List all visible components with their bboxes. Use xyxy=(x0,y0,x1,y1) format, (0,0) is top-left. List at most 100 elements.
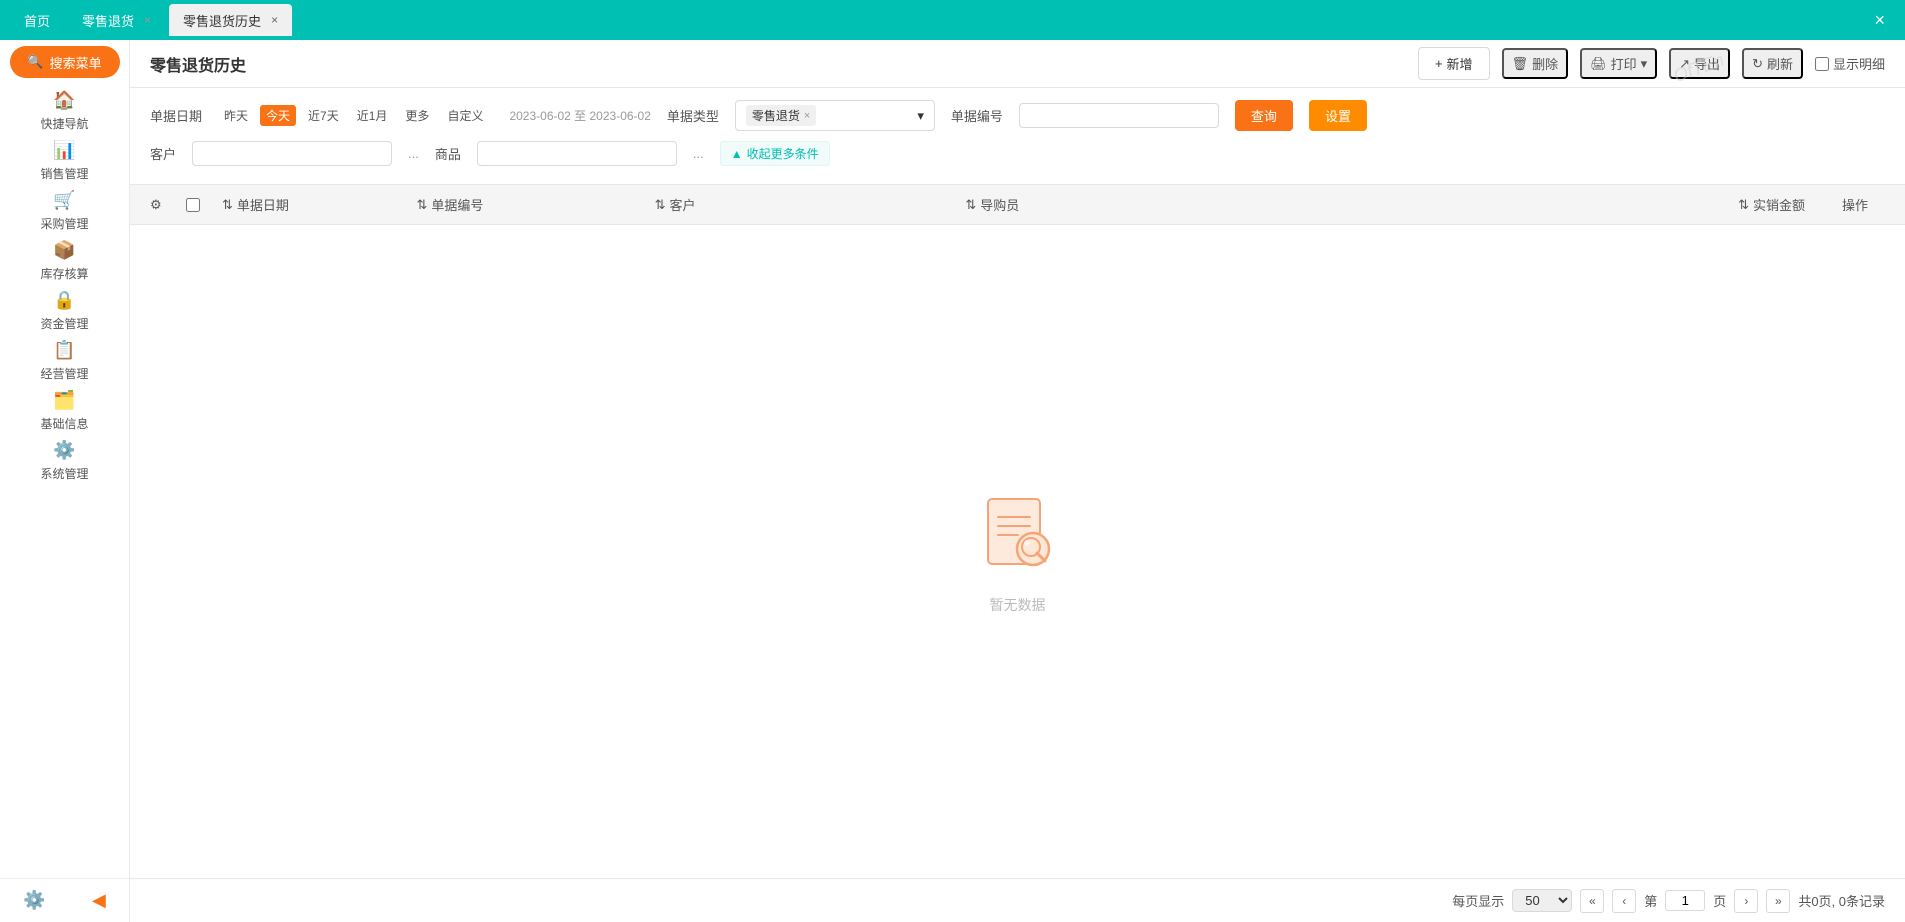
gear-icon: ⚙️ xyxy=(53,440,75,461)
bill-no-input[interactable] xyxy=(1019,103,1219,128)
th-amount-sort-icon: ⇅ xyxy=(1738,197,1749,213)
th-customer-sort-icon: ⇅ xyxy=(655,197,666,213)
lock-icon: 🔒 xyxy=(53,290,75,311)
date-range-display: 2023-06-02 至 2023-06-02 xyxy=(509,107,650,124)
window-close-button[interactable]: × xyxy=(1864,10,1895,31)
tab-home[interactable]: 首页 xyxy=(10,4,64,36)
total-records: 共0页, 0条记录 xyxy=(1798,891,1885,910)
goods-ellipsis[interactable]: ... xyxy=(693,146,704,161)
tab-close-retail-return-history[interactable]: × xyxy=(271,13,278,27)
date-btn-custom[interactable]: 自定义 xyxy=(441,105,489,126)
layout: 🔍 搜索菜单 🏠 快捷导航 📊 销售管理 🛒 采购管理 📦 库存核算 🔒 资金管… xyxy=(0,40,1905,922)
filter-row-1: 单据日期 昨天 今天 近7天 近1月 更多 自定义 2023-06-02 至 2… xyxy=(150,100,1885,131)
tab-retail-return[interactable]: 零售退货 × xyxy=(68,4,165,36)
settings-bottom-icon[interactable]: ⚙️ xyxy=(23,890,45,911)
settings-button[interactable]: 设置 xyxy=(1309,100,1367,131)
th-settings[interactable]: ⚙ xyxy=(140,197,176,213)
bill-no-label: 单据编号 xyxy=(951,106,1003,125)
date-btn-1month[interactable]: 近1月 xyxy=(351,105,394,126)
goods-input[interactable] xyxy=(477,141,677,166)
print-dropdown-icon: ▾ xyxy=(1641,56,1648,72)
sidebar-item-purchase-mgmt[interactable]: 🛒 采购管理 xyxy=(0,186,129,236)
date-btn-yesterday[interactable]: 昨天 xyxy=(218,105,254,126)
sidebar-item-sales-mgmt[interactable]: 📊 销售管理 xyxy=(0,136,129,186)
sidebar-item-sys-mgmt[interactable]: ⚙️ 系统管理 xyxy=(0,436,129,486)
customer-input[interactable] xyxy=(192,141,392,166)
sidebar-search[interactable]: 🔍 搜索菜单 xyxy=(10,46,120,78)
page-first-button[interactable]: « xyxy=(1580,889,1604,913)
pagination: 每页显示 20 50 100 « ‹ 第 页 › » 共0页, 0条记录 xyxy=(130,878,1905,922)
page-prev-button[interactable]: ‹ xyxy=(1612,889,1636,913)
bill-type-tag-close[interactable]: × xyxy=(804,110,810,122)
sidebar: 🔍 搜索菜单 🏠 快捷导航 📊 销售管理 🛒 采购管理 📦 库存核算 🔒 资金管… xyxy=(0,40,130,922)
print-button[interactable]: 🖨 打印 ▾ xyxy=(1580,48,1657,79)
th-date[interactable]: ⇅ 单据日期 xyxy=(212,195,406,214)
refresh-button[interactable]: ↻ 刷新 xyxy=(1742,48,1803,79)
th-checkbox[interactable] xyxy=(176,198,212,212)
bill-type-dropdown-arrow: ▾ xyxy=(917,108,924,124)
empty-state: 暂无数据 xyxy=(130,225,1905,878)
main-content: 零售退货历史 + 新增 🗑 删除 🖨 打印 ▾ ↗ 导出 xyxy=(130,40,1905,922)
th-no[interactable]: ⇅ 单据编号 xyxy=(406,195,644,214)
top-bar: 首页 零售退货 × 零售退货历史 × × xyxy=(0,0,1905,40)
date-btn-more[interactable]: 更多 xyxy=(399,105,435,126)
clipboard-icon: 📋 xyxy=(53,340,75,361)
tab-retail-return-history[interactable]: 零售退货历史 × xyxy=(169,4,292,36)
folder-icon: 🗂️ xyxy=(53,390,75,411)
page-title: 零售退货历史 xyxy=(150,52,246,76)
th-customer[interactable]: ⇅ 客户 xyxy=(645,195,956,214)
date-btn-today[interactable]: 今天 xyxy=(260,105,296,126)
empty-illustration xyxy=(973,489,1063,579)
box-icon: 📦 xyxy=(53,240,75,261)
th-ops: 操作 xyxy=(1815,195,1895,214)
print-icon: 🖨 xyxy=(1590,56,1607,72)
cart-icon: 🛒 xyxy=(53,190,75,211)
per-page-label: 每页显示 xyxy=(1452,891,1504,910)
collapse-up-icon: ▲ xyxy=(731,147,743,161)
bill-type-label: 单据类型 xyxy=(667,106,719,125)
sidebar-item-quick-nav[interactable]: 🏠 快捷导航 xyxy=(0,86,129,136)
header-actions: + 新增 🗑 删除 🖨 打印 ▾ ↗ 导出 ↻ 刷新 xyxy=(1418,47,1885,80)
date-btn-7days[interactable]: 近7天 xyxy=(302,105,345,126)
query-button[interactable]: 查询 xyxy=(1235,100,1293,131)
collapse-sidebar-icon[interactable]: ◀ xyxy=(92,890,106,911)
per-page-select[interactable]: 20 50 100 xyxy=(1512,889,1572,912)
plus-icon: + xyxy=(1435,56,1443,71)
export-button[interactable]: ↗ 导出 xyxy=(1669,48,1730,79)
table-area: ⚙ ⇅ 单据日期 ⇅ 单据编号 ⇅ 客户 ⇅ xyxy=(130,185,1905,878)
tab-close-retail-return[interactable]: × xyxy=(144,13,151,27)
table-settings-icon[interactable]: ⚙ xyxy=(150,197,162,213)
th-no-sort-icon: ⇅ xyxy=(416,197,427,213)
show-detail-checkbox[interactable] xyxy=(1815,57,1829,71)
th-amount[interactable]: ⇅ 实销金额 xyxy=(1650,195,1815,214)
delete-button[interactable]: 🗑 删除 xyxy=(1502,48,1569,79)
new-button[interactable]: + 新增 xyxy=(1418,47,1490,80)
sidebar-item-operations[interactable]: 📋 经营管理 xyxy=(0,336,129,386)
sidebar-bottom: ⚙️ ◀ xyxy=(0,878,129,922)
customer-ellipsis[interactable]: ... xyxy=(408,146,419,161)
sidebar-item-finance[interactable]: 🔒 资金管理 xyxy=(0,286,129,336)
table-header: ⚙ ⇅ 单据日期 ⇅ 单据编号 ⇅ 客户 ⇅ xyxy=(130,185,1905,225)
empty-text: 暂无数据 xyxy=(990,595,1046,615)
home-icon: 🏠 xyxy=(53,90,75,111)
filter-row-2: 客户 ... 商品 ... ▲ 收起更多条件 xyxy=(150,141,1885,166)
show-detail-toggle[interactable]: 显示明细 xyxy=(1815,54,1885,73)
sidebar-item-base-info[interactable]: 🗂️ 基础信息 xyxy=(0,386,129,436)
bill-type-select[interactable]: 零售退货 × ▾ xyxy=(735,100,935,131)
page-label: 第 xyxy=(1644,891,1657,910)
page-number-input[interactable] xyxy=(1665,890,1705,911)
th-guide-sort-icon: ⇅ xyxy=(965,197,976,213)
select-all-checkbox[interactable] xyxy=(186,198,200,212)
page-last-button[interactable]: » xyxy=(1766,889,1790,913)
goods-filter-label: 商品 xyxy=(435,144,461,163)
collapse-button[interactable]: ▲ 收起更多条件 xyxy=(720,141,830,166)
chart-icon: 📊 xyxy=(53,140,75,161)
date-filter-label: 单据日期 xyxy=(150,106,202,125)
th-guide[interactable]: ⇅ 导购员 xyxy=(955,195,1193,214)
sidebar-item-inventory[interactable]: 📦 库存核算 xyxy=(0,236,129,286)
bill-type-tag: 零售退货 × xyxy=(746,105,816,126)
delete-icon: 🗑 xyxy=(1512,56,1529,72)
customer-filter-label: 客户 xyxy=(150,144,176,163)
filter-area: 单据日期 昨天 今天 近7天 近1月 更多 自定义 2023-06-02 至 2… xyxy=(130,88,1905,185)
page-next-button[interactable]: › xyxy=(1734,889,1758,913)
